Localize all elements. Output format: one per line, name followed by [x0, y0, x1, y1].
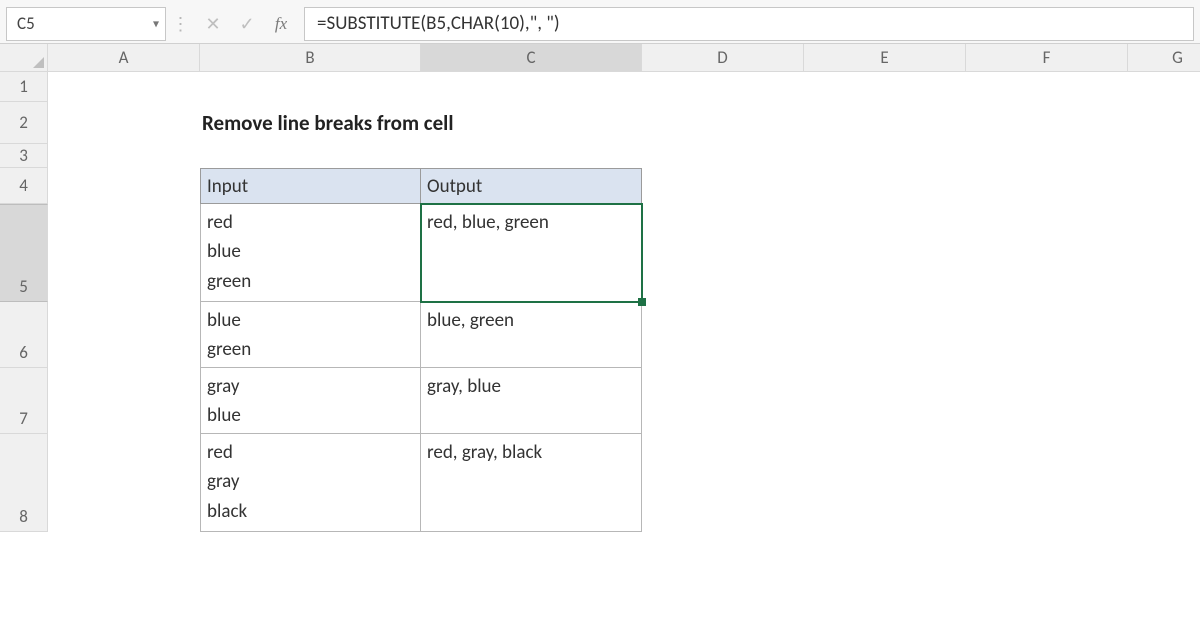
insert-function-button[interactable]: fx	[264, 14, 298, 34]
formula-text: =SUBSTITUTE(B5,CHAR(10),", ")	[317, 12, 560, 35]
row-header-4[interactable]: 4	[0, 168, 48, 204]
fx-icon: fx	[275, 14, 287, 33]
resize-handle-icon[interactable]: ⋮	[166, 13, 196, 35]
cell-G4[interactable]	[1128, 168, 1200, 204]
cell-E5[interactable]	[804, 204, 966, 302]
row-header-5[interactable]: 5	[0, 204, 48, 302]
cell-G3[interactable]	[1128, 144, 1200, 168]
cell-B3[interactable]	[200, 144, 421, 168]
col-header-G[interactable]: G	[1128, 44, 1200, 72]
cell-G8[interactable]	[1128, 434, 1200, 532]
cell-D4[interactable]	[642, 168, 804, 204]
check-icon: ✓	[239, 13, 254, 35]
name-box[interactable]: C5 ▾	[6, 7, 166, 41]
cell-C7[interactable]: gray, blue	[421, 368, 642, 434]
col-header-C[interactable]: C	[421, 44, 642, 72]
formula-input[interactable]: =SUBSTITUTE(B5,CHAR(10),", ")	[304, 7, 1194, 41]
cell-E7[interactable]	[804, 368, 966, 434]
col-header-F[interactable]: F	[966, 44, 1128, 72]
cell-G6[interactable]	[1128, 302, 1200, 368]
cell-F3[interactable]	[966, 144, 1128, 168]
cell-G2[interactable]	[1128, 102, 1200, 144]
row-header-6[interactable]: 6	[0, 302, 48, 368]
table-header-input[interactable]: Input	[200, 168, 421, 204]
cell-E3[interactable]	[804, 144, 966, 168]
cell-D1[interactable]	[642, 72, 804, 102]
cell-C1[interactable]	[421, 72, 642, 102]
cell-G7[interactable]	[1128, 368, 1200, 434]
cell-G1[interactable]	[1128, 72, 1200, 102]
worksheet-grid[interactable]: A B C D E F G 1 2 Remove line breaks fro…	[0, 44, 1200, 532]
formula-bar: C5 ▾ ⋮ ✕ ✓ fx =SUBSTITUTE(B5,CHAR(10),",…	[0, 0, 1200, 44]
row-header-3[interactable]: 3	[0, 144, 48, 168]
select-all-corner[interactable]	[0, 44, 48, 72]
cell-A1[interactable]	[48, 72, 200, 102]
cell-D8[interactable]	[642, 434, 804, 532]
x-icon: ✕	[205, 13, 220, 35]
chevron-down-icon[interactable]: ▾	[153, 16, 159, 31]
enter-formula-button[interactable]: ✓	[230, 9, 264, 39]
col-header-D[interactable]: D	[642, 44, 804, 72]
row-header-1[interactable]: 1	[0, 72, 48, 102]
cell-E8[interactable]	[804, 434, 966, 532]
col-header-E[interactable]: E	[804, 44, 966, 72]
cell-C8[interactable]: red, gray, black	[421, 434, 642, 532]
cell-C3[interactable]	[421, 144, 642, 168]
cell-E6[interactable]	[804, 302, 966, 368]
cell-A7[interactable]	[48, 368, 200, 434]
cell-G5[interactable]	[1128, 204, 1200, 302]
cell-F1[interactable]	[966, 72, 1128, 102]
table-header-output[interactable]: Output	[421, 168, 642, 204]
cell-F6[interactable]	[966, 302, 1128, 368]
cell-B1[interactable]	[200, 72, 421, 102]
cell-E1[interactable]	[804, 72, 966, 102]
cell-F8[interactable]	[966, 434, 1128, 532]
cell-A2[interactable]	[48, 102, 200, 144]
cell-F5[interactable]	[966, 204, 1128, 302]
cell-B7[interactable]: gray blue	[200, 368, 421, 434]
cell-A6[interactable]	[48, 302, 200, 368]
col-header-B[interactable]: B	[200, 44, 421, 72]
cell-E4[interactable]	[804, 168, 966, 204]
cell-D7[interactable]	[642, 368, 804, 434]
cell-C6[interactable]: blue, green	[421, 302, 642, 368]
cell-D3[interactable]	[642, 144, 804, 168]
row-header-7[interactable]: 7	[0, 368, 48, 434]
cell-F2[interactable]	[966, 102, 1128, 144]
row-header-2[interactable]: 2	[0, 102, 48, 144]
cell-C5[interactable]: red, blue, green	[421, 204, 642, 302]
cell-E2[interactable]	[804, 102, 966, 144]
row-header-8[interactable]: 8	[0, 434, 48, 532]
page-title[interactable]: Remove line breaks from cell	[200, 102, 804, 144]
cell-D5[interactable]	[642, 204, 804, 302]
cell-A4[interactable]	[48, 168, 200, 204]
cell-A3[interactable]	[48, 144, 200, 168]
cell-B8[interactable]: red gray black	[200, 434, 421, 532]
cell-D6[interactable]	[642, 302, 804, 368]
cell-F7[interactable]	[966, 368, 1128, 434]
cell-F4[interactable]	[966, 168, 1128, 204]
col-header-A[interactable]: A	[48, 44, 200, 72]
cell-A8[interactable]	[48, 434, 200, 532]
cell-A5[interactable]	[48, 204, 200, 302]
cell-B5[interactable]: red blue green	[200, 204, 421, 302]
name-box-value: C5	[17, 13, 35, 34]
cell-B6[interactable]: blue green	[200, 302, 421, 368]
cancel-formula-button[interactable]: ✕	[196, 9, 230, 39]
